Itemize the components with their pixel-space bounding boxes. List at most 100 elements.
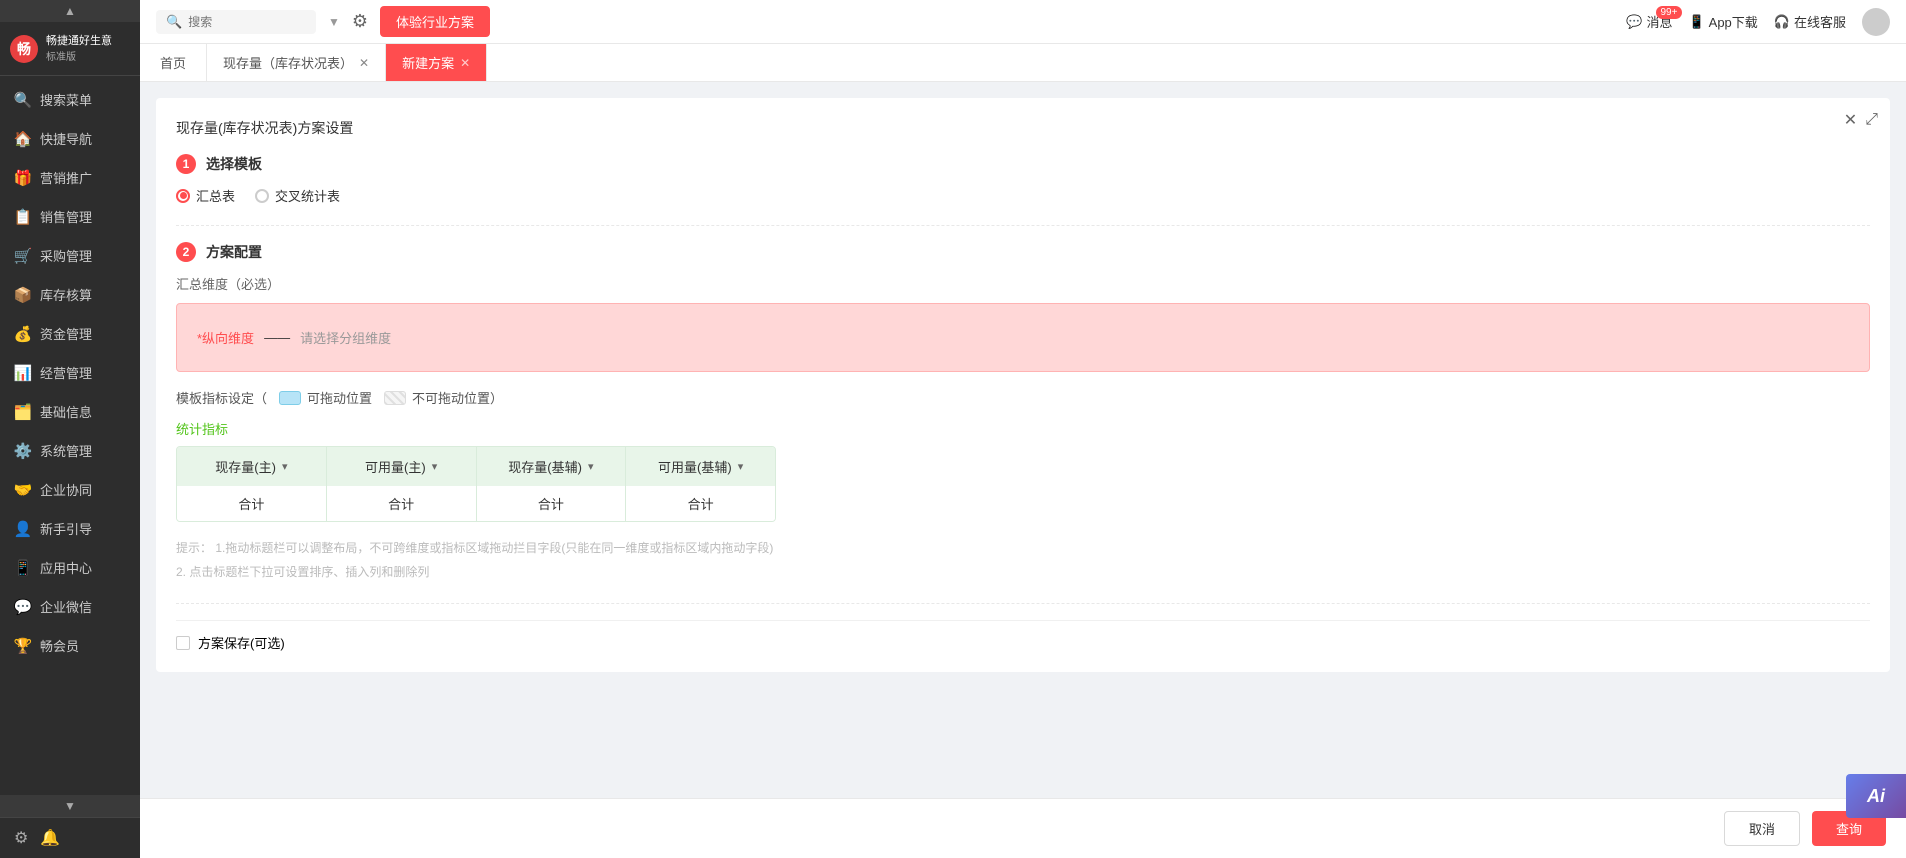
stats-title: 统计指标 (176, 419, 1870, 438)
message-button[interactable]: 💬 消息 99+ (1626, 12, 1672, 31)
money-icon: 💰 (14, 325, 32, 343)
col2-chevron[interactable]: ▾ (432, 460, 438, 473)
topbar-settings-icon[interactable]: ⚙ (352, 11, 368, 32)
sidebar-item-operations[interactable]: 📊 经营管理 (0, 353, 140, 392)
draggable-indicator: 可拖动位置 (279, 388, 372, 407)
trial-button[interactable]: 体验行业方案 (380, 6, 490, 37)
user-avatar[interactable] (1862, 8, 1890, 36)
close-new-plan-tab[interactable]: ✕ (460, 56, 470, 70)
stats-table-header: 现存量(主) ▾ 可用量(主) ▾ 现存量(基辅) ▾ (177, 447, 775, 486)
logo-icon: 畅 (10, 35, 38, 63)
draggable-label: 可拖动位置 (307, 388, 372, 407)
dimension-placeholder: 请选择分组维度 (300, 328, 391, 347)
radio-cross[interactable]: 交叉统计表 (255, 186, 340, 205)
sidebar: ▲ 畅 畅捷通好生意 标准版 🔍 搜索菜单 🏠 快捷导航 🎁 营销推广 📋 销售… (0, 0, 140, 858)
sidebar-item-basic[interactable]: 🗂️ 基础信息 (0, 392, 140, 431)
search-menu-icon: 🔍 (14, 91, 32, 109)
close-inventory-tab[interactable]: ✕ (359, 56, 369, 70)
sidebar-item-wechat[interactable]: 💬 企业微信 (0, 587, 140, 626)
save-section: 方案保存(可选) (176, 620, 1870, 652)
sales-icon: 📋 (14, 208, 32, 226)
cart-icon: 🛒 (14, 247, 32, 265)
col1-chevron[interactable]: ▾ (282, 460, 288, 473)
save-label: 方案保存(可选) (198, 633, 285, 652)
dimension-selector[interactable]: *纵向维度 —— 请选择分组维度 (176, 303, 1870, 372)
save-checkbox[interactable] (176, 636, 190, 650)
tab-home[interactable]: 首页 (140, 44, 207, 81)
ai-fab-button[interactable]: Ai (1846, 774, 1906, 818)
sidebar-item-quick-nav[interactable]: 🏠 快捷导航 (0, 119, 140, 158)
sidebar-item-sales[interactable]: 📋 销售管理 (0, 197, 140, 236)
customer-service-button[interactable]: 🎧 在线客服 (1774, 12, 1846, 31)
sidebar-item-system[interactable]: ⚙️ 系统管理 (0, 431, 140, 470)
draggable-box (279, 391, 301, 405)
step2-label: 方案配置 (206, 242, 262, 262)
dimension-arrow: —— (264, 330, 290, 345)
col-body-4: 合计 (626, 486, 775, 521)
cancel-button[interactable]: 取消 (1724, 811, 1800, 846)
col-header-3[interactable]: 现存量(基辅) ▾ (477, 447, 627, 486)
topbar-chevron[interactable]: ▼ (328, 15, 340, 29)
col3-chevron[interactable]: ▾ (588, 460, 594, 473)
settings-panel: ✕ ⤢ 现存量(库存状况表)方案设置 1 选择模板 汇总表 交叉统 (156, 98, 1890, 672)
message-icon: 💬 (1626, 14, 1642, 30)
sidebar-nav: 🔍 搜索菜单 🏠 快捷导航 🎁 营销推广 📋 销售管理 🛒 采购管理 📦 库存核… (0, 76, 140, 795)
sidebar-item-purchase[interactable]: 🛒 采购管理 (0, 236, 140, 275)
panel-title: 现存量(库存状况表)方案设置 (176, 118, 1870, 138)
close-panel-button[interactable]: ✕ (1844, 110, 1857, 130)
sidebar-item-inventory[interactable]: 📦 库存核算 (0, 275, 140, 314)
app-download-button[interactable]: 📱 App下载 (1688, 12, 1757, 31)
col-header-2[interactable]: 可用量(主) ▾ (327, 447, 477, 486)
non-draggable-box (384, 391, 406, 405)
col-header-4[interactable]: 可用量(基辅) ▾ (626, 447, 775, 486)
gear-icon: ⚙️ (14, 442, 32, 460)
hint-2: 2. 点击标题栏下拉可设置排序、插入列和删除列 (176, 562, 1870, 584)
non-draggable-indicator: 不可拖动位置） (384, 388, 503, 407)
radio-summary[interactable]: 汇总表 (176, 186, 235, 205)
home-icon: 🏠 (14, 130, 32, 148)
sidebar-item-newbie[interactable]: 👤 新手引导 (0, 509, 140, 548)
col4-chevron[interactable]: ▾ (738, 460, 744, 473)
app-download-label: App下载 (1709, 12, 1758, 31)
chart-icon: 📊 (14, 364, 32, 382)
step-divider-1 (176, 225, 1870, 226)
gift-icon: 🎁 (14, 169, 32, 187)
hints-section: 提示： 1.拖动标题栏可以调整布局，不可跨维度或指标区域拖动拦目字段(只能在同一… (176, 538, 1870, 583)
mobile-icon: 📱 (14, 559, 32, 577)
search-box[interactable]: 🔍 (156, 10, 316, 34)
radio-summary-circle (176, 189, 190, 203)
bottom-bar: 取消 查询 (140, 798, 1906, 858)
step1-section: 1 选择模板 汇总表 交叉统计表 (176, 154, 1870, 205)
tab-inventory-status[interactable]: 现存量（库存状况表） ✕ (207, 44, 386, 81)
box-icon: 📦 (14, 286, 32, 304)
sidebar-item-marketing[interactable]: 🎁 营销推广 (0, 158, 140, 197)
trophy-icon: 🏆 (14, 637, 32, 655)
search-input[interactable] (188, 15, 288, 29)
sidebar-item-corp[interactable]: 🤝 企业协同 (0, 470, 140, 509)
dimension-required: *纵向维度 (197, 328, 254, 347)
sound-icon[interactable]: 🔔 (40, 828, 60, 848)
search-icon: 🔍 (166, 14, 182, 30)
indicator-settings: 模板指标设定（ 可拖动位置 不可拖动位置） (176, 388, 1870, 407)
expand-panel-button[interactable]: ⤢ (1865, 110, 1878, 130)
sidebar-item-finance[interactable]: 💰 资金管理 (0, 314, 140, 353)
radio-cross-circle (255, 189, 269, 203)
sidebar-item-search-menu[interactable]: 🔍 搜索菜单 (0, 80, 140, 119)
settings-footer-icon[interactable]: ⚙ (14, 828, 28, 848)
step1-number: 1 (176, 154, 196, 174)
panel-controls: ✕ ⤢ (1844, 110, 1878, 130)
col-header-1[interactable]: 现存量(主) ▾ (177, 447, 327, 486)
step2-header: 2 方案配置 (176, 242, 1870, 262)
sidebar-item-apps[interactable]: 📱 应用中心 (0, 548, 140, 587)
step2-section: 2 方案配置 汇总维度（必选） *纵向维度 —— 请选择分组维度 模板指标设定（… (176, 242, 1870, 583)
non-draggable-label: 不可拖动位置） (412, 388, 503, 407)
indicator-settings-prefix: 模板指标设定（ (176, 388, 267, 407)
sidebar-scroll-up[interactable]: ▲ (0, 0, 140, 22)
sidebar-scroll-down[interactable]: ▼ (0, 795, 140, 817)
sidebar-footer: ⚙ 🔔 (0, 817, 140, 858)
content-area: ✕ ⤢ 现存量(库存状况表)方案设置 1 选择模板 汇总表 交叉统 (140, 82, 1906, 798)
sidebar-item-member[interactable]: 🏆 畅会员 (0, 626, 140, 665)
col-body-3: 合计 (477, 486, 627, 521)
step1-label: 选择模板 (206, 154, 262, 174)
tab-new-plan[interactable]: 新建方案 ✕ (386, 44, 487, 81)
